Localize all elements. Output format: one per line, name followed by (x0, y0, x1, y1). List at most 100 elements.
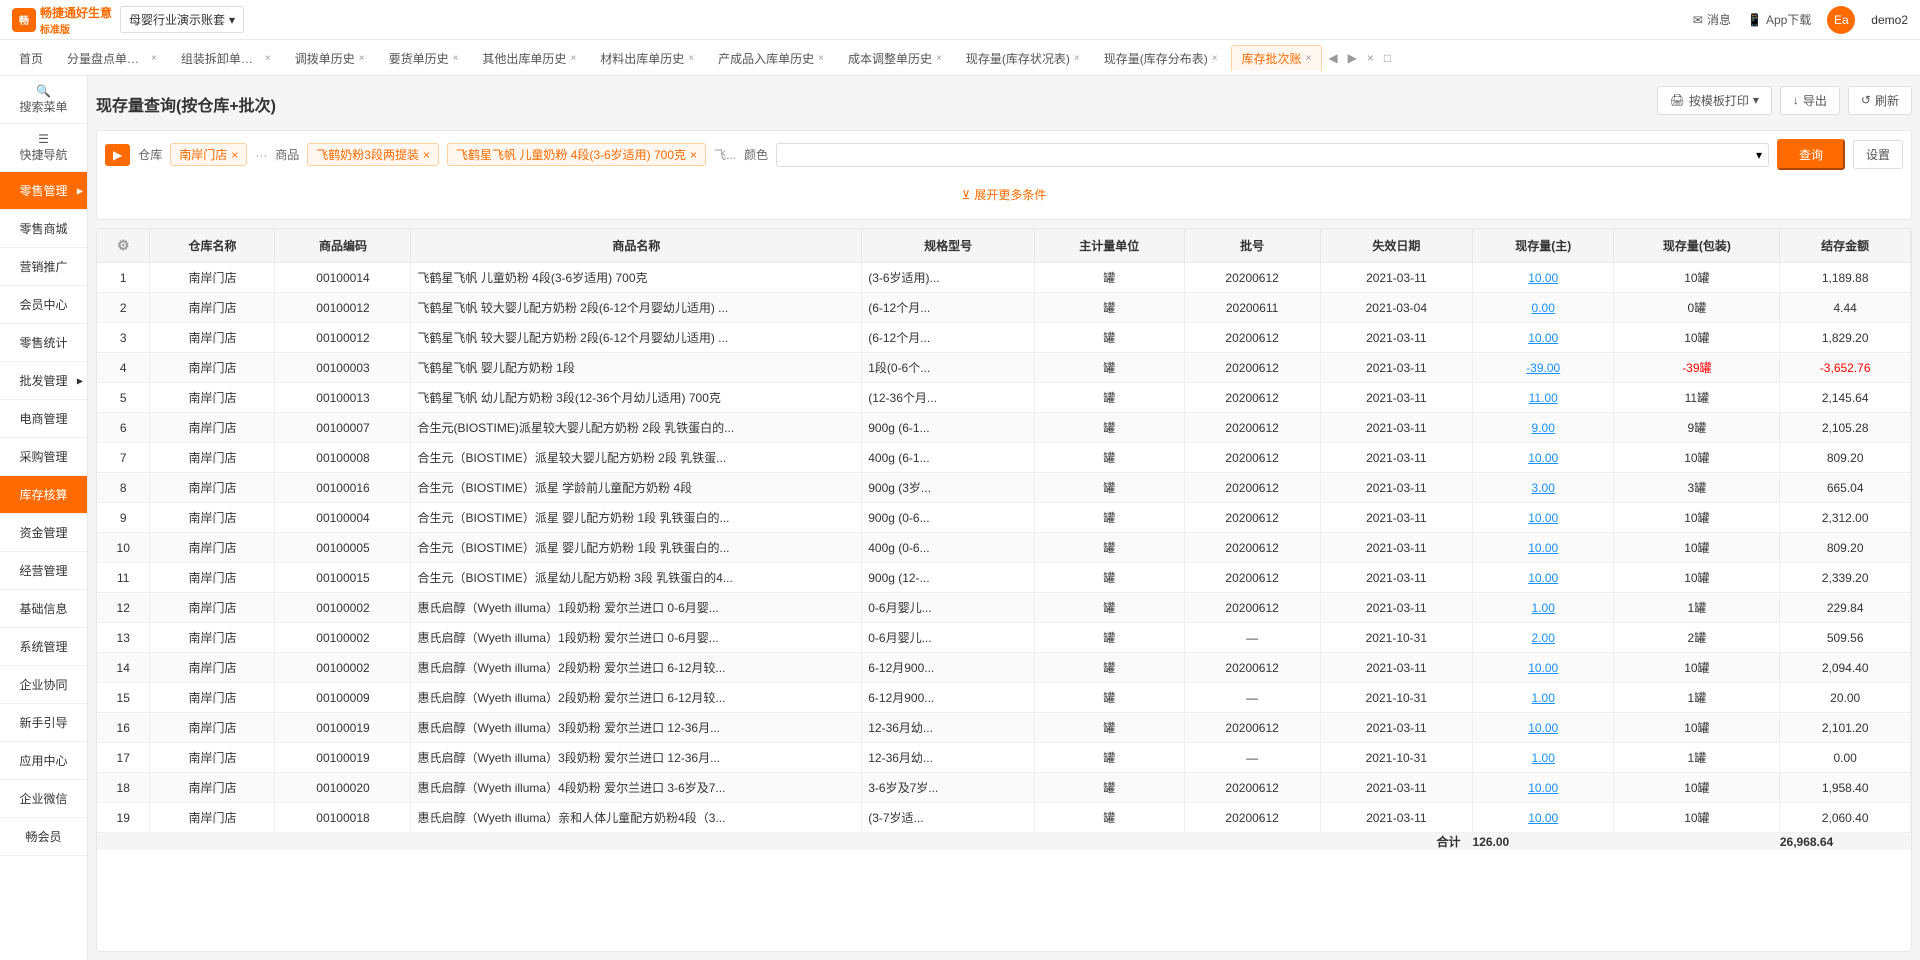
sidebar-nav[interactable]: ☰ 快捷导航 (0, 124, 87, 172)
row-qty-main[interactable]: 9.00 (1473, 413, 1614, 443)
sidebar-item-enterprise[interactable]: 企业协同 (0, 666, 87, 704)
row-qty-main[interactable]: 10.00 (1473, 503, 1614, 533)
tab-close-7[interactable]: × (818, 53, 824, 64)
tab-close-2[interactable]: × (265, 53, 271, 64)
tab-close-9[interactable]: × (1074, 53, 1080, 64)
row-qty-main[interactable]: 1.00 (1473, 743, 1614, 773)
logo-icon: 畅 (12, 8, 36, 32)
sidebar-item-finance[interactable]: 资金管理 (0, 514, 87, 552)
tab-nav-next[interactable]: ▶ (1344, 49, 1361, 67)
row-qty-main[interactable]: 11.00 (1473, 383, 1614, 413)
product-filter-close-1[interactable]: × (690, 148, 697, 162)
tab-home[interactable]: 首页 (8, 45, 54, 71)
warehouse-filter-dots[interactable]: ··· (255, 148, 267, 162)
sidebar-item-purchase[interactable]: 采购管理 (0, 438, 87, 476)
row-qty-main[interactable]: 1.00 (1473, 683, 1614, 713)
tab-close-8[interactable]: × (936, 53, 942, 64)
org-selector[interactable]: 母婴行业演示账套 ▾ (120, 6, 244, 33)
sidebar-item-inventory[interactable]: 库存核算 (0, 476, 87, 514)
col-settings[interactable]: ⚙ (97, 229, 150, 263)
sidebar-item-operations[interactable]: 经营管理 (0, 552, 87, 590)
tab-close-4[interactable]: × (453, 53, 459, 64)
row-warehouse: 南岸门店 (150, 443, 275, 473)
tab-1[interactable]: 分量盘点单历史 × (56, 45, 168, 71)
tab-7[interactable]: 产成品入库单历史 × (707, 45, 835, 71)
tab-close-3[interactable]: × (359, 53, 365, 64)
tab-close-6[interactable]: × (688, 53, 694, 64)
color-filter-input[interactable]: ▾ (776, 143, 1769, 167)
data-table: ⚙ 仓库名称 商品编码 商品名称 规格型号 主计量单位 批号 失效日期 现存量(… (97, 229, 1911, 850)
table-row: 14南岸门店00100002惠氏启醇（Wyeth illuma）2段奶粉 爱尔兰… (97, 653, 1911, 683)
row-qty-main[interactable]: 10.00 (1473, 263, 1614, 293)
row-qty-main[interactable]: 3.00 (1473, 473, 1614, 503)
export-btn[interactable]: ↓ 导出 (1780, 86, 1840, 115)
row-qty-main[interactable]: 2.00 (1473, 623, 1614, 653)
tab-2[interactable]: 组装拆卸单历史 × (170, 45, 282, 71)
sidebar-item-wholesale[interactable]: 批发管理 ▶ (0, 362, 87, 400)
sidebar-item-app-center[interactable]: 应用中心 (0, 742, 87, 780)
tab-11[interactable]: 库存批次账 × (1231, 45, 1323, 71)
refresh-icon: ↺ (1861, 93, 1871, 107)
sidebar-item-ecommerce[interactable]: 电商管理 (0, 400, 87, 438)
sidebar-item-retail-mall[interactable]: 零售商城 (0, 210, 87, 248)
row-spec: (6-12个月... (862, 323, 1035, 353)
sidebar-item-marketing[interactable]: 营销推广 (0, 248, 87, 286)
table-row: 9南岸门店00100004合生元（BIOSTIME）派星 婴儿配方奶粉 1段 乳… (97, 503, 1911, 533)
sidebar-item-basic[interactable]: 基础信息 (0, 590, 87, 628)
filter-expand-btn[interactable]: ▶ (105, 144, 130, 166)
warehouse-filter-close[interactable]: × (231, 148, 238, 162)
row-code: 00100002 (275, 593, 411, 623)
row-qty-main[interactable]: 10.00 (1473, 773, 1614, 803)
tab-8[interactable]: 成本调整单历史 × (837, 45, 953, 71)
product-filter-tag-0[interactable]: 飞鹤奶粉3段两提装 × (307, 143, 439, 166)
row-batch: — (1184, 683, 1320, 713)
avatar[interactable]: Ea (1827, 6, 1855, 34)
sidebar-search[interactable]: 🔍 搜索菜单 (0, 76, 87, 124)
row-qty-main[interactable]: 10.00 (1473, 563, 1614, 593)
tab-3[interactable]: 调拨单历史 × (284, 45, 376, 71)
sidebar-item-guide[interactable]: 新手引导 (0, 704, 87, 742)
setting-btn[interactable]: 设置 (1853, 140, 1903, 169)
sidebar-item-enterprise-wechat[interactable]: 企业微信 (0, 780, 87, 818)
row-qty-main[interactable]: 1.00 (1473, 593, 1614, 623)
sidebar-item-member[interactable]: 会员中心 (0, 286, 87, 324)
product-filter-tag-1[interactable]: 飞鹤星飞帆 儿童奶粉 4段(3-6岁适用) 700克 × (447, 143, 706, 166)
tab-close-5[interactable]: × (570, 53, 576, 64)
message-btn[interactable]: ✉ 消息 (1693, 11, 1731, 28)
warehouse-filter-tag[interactable]: 南岸门店 × (170, 143, 247, 166)
tab-10[interactable]: 现存量(库存分布表) × (1093, 45, 1229, 71)
footer-label: 合计 (97, 833, 1473, 851)
tab-nav-prev[interactable]: ◀ (1324, 49, 1341, 67)
tab-close-all[interactable]: × (1363, 49, 1378, 67)
tab-close-11[interactable]: × (1306, 53, 1312, 64)
row-qty-main[interactable]: 10.00 (1473, 653, 1614, 683)
app-download-btn[interactable]: 📱 App下载 (1747, 11, 1811, 28)
row-qty-main[interactable]: 10.00 (1473, 443, 1614, 473)
data-table-container: ⚙ 仓库名称 商品编码 商品名称 规格型号 主计量单位 批号 失效日期 现存量(… (96, 228, 1912, 952)
tab-6[interactable]: 材料出库单历史 × (589, 45, 705, 71)
row-qty-main[interactable]: 10.00 (1473, 323, 1614, 353)
refresh-btn[interactable]: ↺ 刷新 (1848, 86, 1912, 115)
tab-maximize[interactable]: □ (1380, 49, 1395, 67)
sidebar-item-system[interactable]: 系统管理 (0, 628, 87, 666)
row-qty-main[interactable]: -39.00 (1473, 353, 1614, 383)
tab-9[interactable]: 现存量(库存状况表) × (955, 45, 1091, 71)
row-qty-main[interactable]: 0.00 (1473, 293, 1614, 323)
page-header: 现存量查询(按仓库+批次) 🖨 按模板打印 ▾ ↓ 导出 ↺ 刷新 (96, 84, 1912, 124)
product-filter-close-0[interactable]: × (423, 148, 430, 162)
row-qty-main[interactable]: 10.00 (1473, 533, 1614, 563)
row-unit: 罐 (1035, 473, 1185, 503)
tab-4[interactable]: 要货单历史 × (378, 45, 470, 71)
row-qty-main[interactable]: 10.00 (1473, 713, 1614, 743)
product-filter-more[interactable]: 飞... (714, 146, 736, 163)
row-qty-main[interactable]: 10.00 (1473, 803, 1614, 833)
print-btn[interactable]: 🖨 按模板打印 ▾ (1657, 86, 1772, 115)
sidebar-item-member-plus[interactable]: 畅会员 (0, 818, 87, 856)
query-btn[interactable]: 查询 (1777, 139, 1845, 170)
tab-5[interactable]: 其他出库单历史 × (471, 45, 587, 71)
expand-more-btn[interactable]: ⊻ 展开更多条件 (954, 182, 1055, 207)
tab-close-10[interactable]: × (1212, 53, 1218, 64)
sidebar-item-retail[interactable]: 零售管理 ▶ (0, 172, 87, 210)
sidebar-item-retail-stats[interactable]: 零售统计 (0, 324, 87, 362)
tab-close-1[interactable]: × (151, 53, 157, 64)
